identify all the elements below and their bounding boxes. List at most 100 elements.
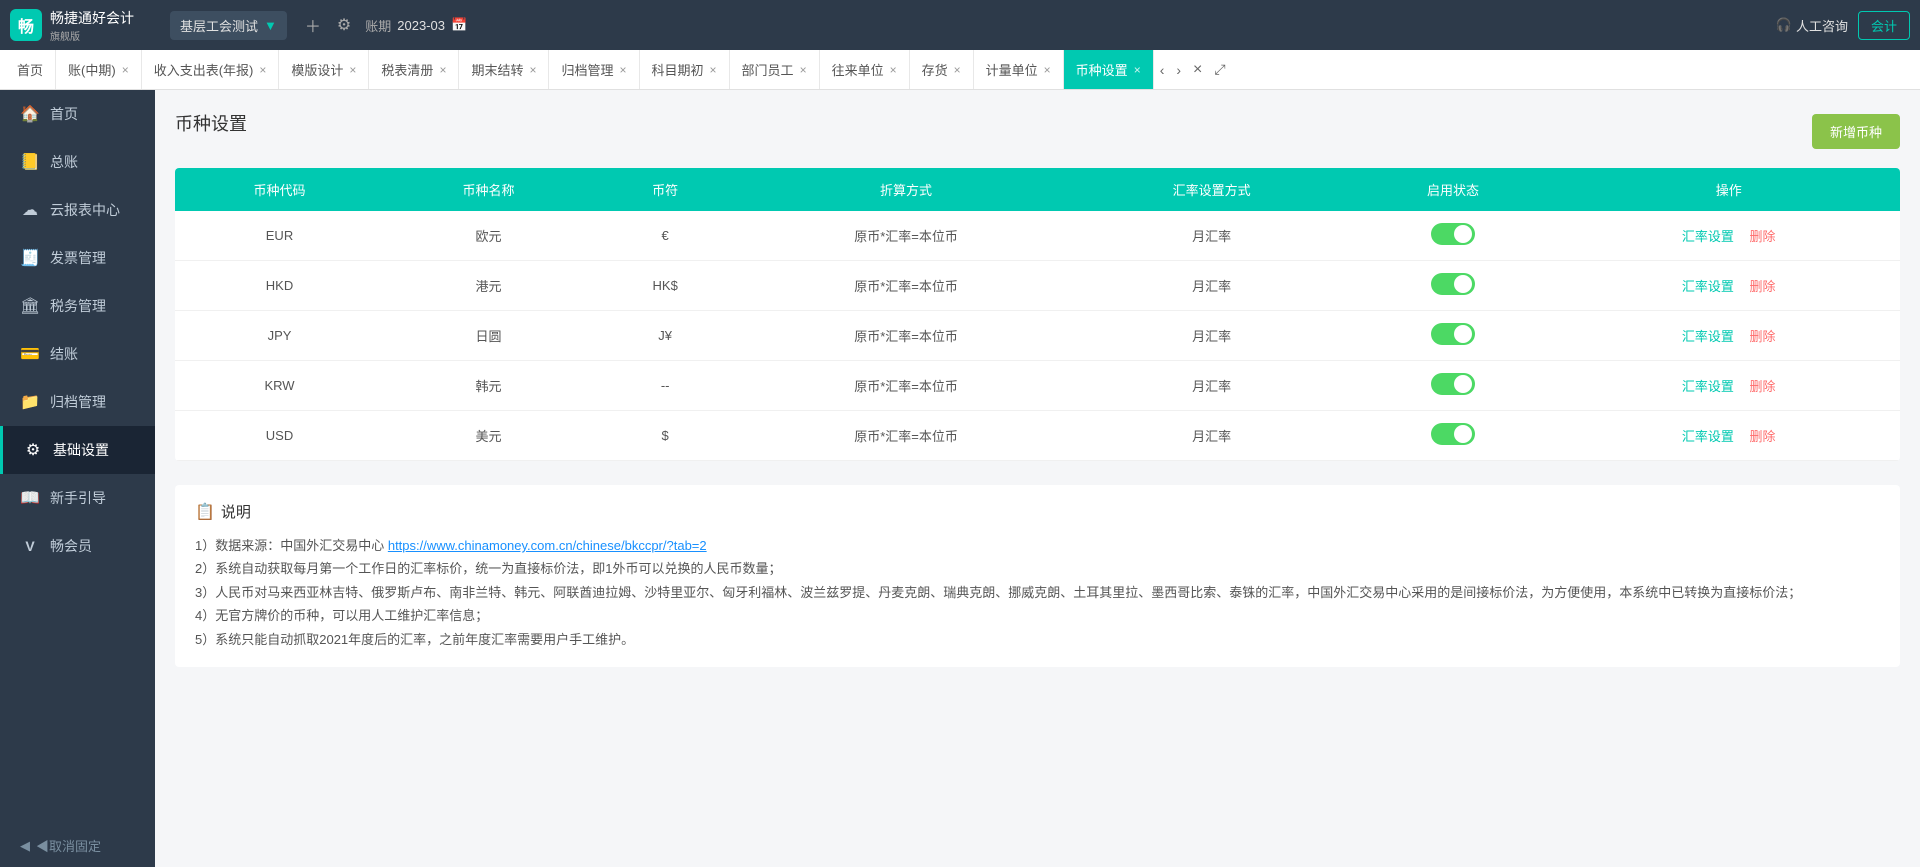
sidebar-item-settle[interactable]: 💳 结账 — [0, 330, 155, 378]
tab-home-label: 首页 — [17, 60, 43, 79]
account-button[interactable]: 会计 — [1858, 11, 1910, 40]
sidebar-collapse-button[interactable]: ◀ ◀取消固定 — [0, 824, 155, 867]
delete-4[interactable]: 删除 — [1750, 429, 1776, 444]
sidebar-item-home[interactable]: 🏠 首页 — [0, 90, 155, 138]
tab-tax[interactable]: 税表清册 × — [369, 50, 459, 89]
delete-3[interactable]: 删除 — [1750, 379, 1776, 394]
cell-calc-0: 原币*汇率=本位币 — [737, 211, 1074, 261]
company-selector[interactable]: 基层工会测试 ▼ — [170, 11, 287, 40]
member-icon: V — [20, 538, 40, 554]
cell-action-2: 汇率设置 删除 — [1557, 311, 1900, 361]
tab-archive[interactable]: 归档管理 × — [549, 50, 639, 89]
logo-area: 畅 畅捷通好会计 旗舰版 — [10, 8, 160, 43]
sidebar-item-archive[interactable]: 📁 归档管理 — [0, 378, 155, 426]
new-currency-button[interactable]: 新增币种 — [1812, 114, 1900, 149]
sidebar-item-ledger[interactable]: 📒 总账 — [0, 138, 155, 186]
tab-mid-account[interactable]: 账(中期) × — [56, 50, 142, 89]
archive-icon: 📁 — [20, 392, 40, 412]
tab-period-end[interactable]: 期末结转 × — [459, 50, 549, 89]
tab-currency-close[interactable]: × — [1134, 63, 1141, 77]
cell-status-2[interactable] — [1348, 311, 1557, 361]
tab-dept[interactable]: 部门员工 × — [730, 50, 820, 89]
cell-name-3: 韩元 — [384, 361, 593, 411]
tab-income[interactable]: 收入支出表(年报) × — [142, 50, 280, 89]
sidebar-item-tax[interactable]: 🏛 税务管理 — [0, 282, 155, 330]
tab-archive-close[interactable]: × — [620, 63, 627, 77]
rate-setting-1[interactable]: 汇率设置 — [1682, 279, 1734, 294]
tab-tax-close[interactable]: × — [439, 63, 446, 77]
sidebar-item-reports[interactable]: ☁ 云报表中心 — [0, 186, 155, 234]
delete-2[interactable]: 删除 — [1750, 329, 1776, 344]
tab-inventory[interactable]: 存货 × — [910, 50, 974, 89]
tab-template-label: 模版设计 — [291, 60, 343, 79]
col-rate-method: 汇率设置方式 — [1075, 168, 1349, 211]
cell-status-1[interactable] — [1348, 261, 1557, 311]
cell-name-2: 日圆 — [384, 311, 593, 361]
currency-table: 币种代码 币种名称 币符 折算方式 汇率设置方式 启用状态 操作 EUR 欧元 … — [175, 168, 1900, 461]
col-action: 操作 — [1557, 168, 1900, 211]
tab-period-end-close[interactable]: × — [529, 63, 536, 77]
tab-prev-button[interactable]: ‹ — [1154, 50, 1171, 89]
cell-status-3[interactable] — [1348, 361, 1557, 411]
tab-dept-close[interactable]: × — [800, 63, 807, 77]
tab-currency[interactable]: 币种设置 × — [1064, 50, 1154, 89]
tab-units[interactable]: 计量单位 × — [974, 50, 1064, 89]
content-area: 币种设置 新增币种 币种代码 币种名称 币符 折算方式 汇率设置方式 启用状态 … — [155, 90, 1920, 867]
period-area: 账期 2023-03 📅 — [365, 16, 467, 35]
support-button[interactable]: 🎧 人工咨询 — [1776, 16, 1848, 35]
description-section: 📋 说明 1）数据来源：中国外汇交易中心 https://www.chinamo… — [175, 485, 1900, 667]
desc-item-3: 4）无官方牌价的币种，可以用人工维护汇率信息； — [195, 604, 1880, 627]
cell-symbol-4: $ — [593, 411, 737, 461]
col-symbol: 币符 — [593, 168, 737, 211]
sidebar-item-member[interactable]: V 畅会员 — [0, 522, 155, 570]
tab-income-close[interactable]: × — [259, 63, 266, 77]
toggle-2[interactable] — [1431, 323, 1475, 345]
tab-home[interactable]: 首页 — [5, 50, 56, 89]
tab-next-button[interactable]: › — [1170, 50, 1187, 89]
tab-clients[interactable]: 往来单位 × — [820, 50, 910, 89]
app-name: 畅捷通好会计 — [50, 8, 134, 28]
delete-1[interactable]: 删除 — [1750, 279, 1776, 294]
tab-template[interactable]: 模版设计 × — [279, 50, 369, 89]
cell-status-4[interactable] — [1348, 411, 1557, 461]
cell-rate-0: 月汇率 — [1075, 211, 1349, 261]
toggle-4[interactable] — [1431, 423, 1475, 445]
toggle-3[interactable] — [1431, 373, 1475, 395]
rate-setting-2[interactable]: 汇率设置 — [1682, 329, 1734, 344]
sidebar-item-invoice[interactable]: 🧾 发票管理 — [0, 234, 155, 282]
tab-clients-close[interactable]: × — [890, 63, 897, 77]
cell-status-0[interactable] — [1348, 211, 1557, 261]
rate-setting-0[interactable]: 汇率设置 — [1682, 229, 1734, 244]
calendar-icon[interactable]: 📅 — [451, 17, 467, 33]
tab-clients-label: 往来单位 — [832, 60, 884, 79]
tab-subject-label: 科目期初 — [652, 60, 704, 79]
cell-calc-1: 原币*汇率=本位币 — [737, 261, 1074, 311]
tab-close-all-button[interactable]: × — [1187, 61, 1208, 79]
add-tab-button[interactable]: ＋ — [301, 9, 325, 41]
sidebar-item-guide[interactable]: 📖 新手引导 — [0, 474, 155, 522]
logo-icon: 畅 — [10, 9, 42, 41]
desc-title-text: 说明 — [221, 501, 251, 522]
tab-mid-account-close[interactable]: × — [122, 63, 129, 77]
settings-button[interactable]: ⚙ — [333, 11, 355, 39]
rate-setting-3[interactable]: 汇率设置 — [1682, 379, 1734, 394]
invoice-icon: 🧾 — [20, 248, 40, 268]
rate-setting-4[interactable]: 汇率设置 — [1682, 429, 1734, 444]
tab-inventory-close[interactable]: × — [954, 63, 961, 77]
toggle-0[interactable] — [1431, 223, 1475, 245]
sidebar-item-reports-label: 云报表中心 — [50, 200, 120, 220]
tab-units-close[interactable]: × — [1044, 63, 1051, 77]
top-header: 畅 畅捷通好会计 旗舰版 基层工会测试 ▼ ＋ ⚙ 账期 2023-03 📅 🎧… — [0, 0, 1920, 50]
tab-subject-close[interactable]: × — [710, 63, 717, 77]
tab-units-label: 计量单位 — [986, 60, 1038, 79]
toggle-1[interactable] — [1431, 273, 1475, 295]
sidebar-item-settings[interactable]: ⚙ 基础设置 — [0, 426, 155, 474]
sidebar-item-ledger-label: 总账 — [50, 152, 78, 172]
table-body: EUR 欧元 € 原币*汇率=本位币 月汇率 汇率设置 删除 HKD 港元 HK… — [175, 211, 1900, 461]
desc-link[interactable]: https://www.chinamoney.com.cn/chinese/bk… — [388, 538, 707, 553]
tab-subject[interactable]: 科目期初 × — [640, 50, 730, 89]
sidebar: 🏠 首页 📒 总账 ☁ 云报表中心 🧾 发票管理 🏛 税务管理 💳 结账 📁 归… — [0, 90, 155, 867]
tab-template-close[interactable]: × — [349, 63, 356, 77]
delete-0[interactable]: 删除 — [1750, 229, 1776, 244]
tab-expand-button[interactable]: ⤢ — [1208, 61, 1231, 78]
